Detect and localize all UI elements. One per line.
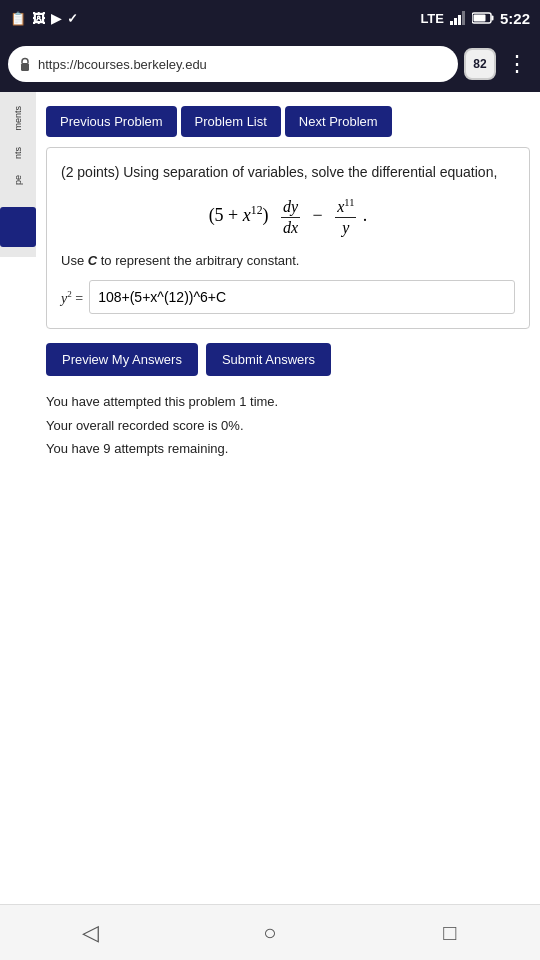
app-icon-1: 📋 [10,11,26,26]
attempt-info: You have attempted this problem 1 time. … [36,386,540,464]
lte-label: LTE [420,11,444,26]
lock-icon [18,57,32,71]
browser-bar: https://bcourses.berkeley.edu 82 ⋮ [0,36,540,92]
url-box[interactable]: https://bcourses.berkeley.edu [8,46,458,82]
preview-answers-button[interactable]: Preview My Answers [46,343,198,376]
arbitrary-constant-note: Use C to represent the arbitrary constan… [61,253,515,268]
problem-description: (2 points) Using separation of variables… [61,162,515,183]
constant-c: C [88,253,97,268]
action-buttons: Preview My Answers Submit Answers [36,329,540,386]
previous-problem-button[interactable]: Previous Problem [46,106,177,137]
status-right: LTE 5:22 [420,10,530,27]
svg-rect-7 [21,63,29,71]
problem-points: (2 points) [61,164,119,180]
svg-rect-0 [450,21,453,25]
attempt-line-2: Your overall recorded score is 0%. [46,414,530,437]
tab-count-badge[interactable]: 82 [464,48,496,80]
svg-rect-3 [462,11,465,25]
menu-dots-button[interactable]: ⋮ [502,47,532,81]
svg-rect-6 [473,15,485,22]
answer-input[interactable] [89,280,515,314]
status-left: 📋 🖼 ▶ ✓ [10,11,78,26]
home-button[interactable]: ○ [240,913,300,953]
nav-buttons: Previous Problem Problem List Next Probl… [36,92,540,147]
attempt-line-1: You have attempted this problem 1 time. [46,390,530,413]
time-display: 5:22 [500,10,530,27]
problem-text: Using separation of variables, solve the… [123,164,497,180]
answer-label: y2 = [61,289,83,307]
battery-icon [472,12,494,24]
eq-dy-dx: dy dx [279,205,307,225]
eq-left-paren: (5 + x12) [209,205,269,225]
signal-icon [450,11,466,25]
eq-minus: − [313,205,323,225]
sidebar: ments nts pe [0,92,36,257]
app-icon-4: ✓ [67,11,78,26]
recent-button[interactable]: □ [420,913,480,953]
sidebar-item-1: ments [11,102,25,135]
app-icon-3: ▶ [51,11,61,26]
answer-row: y2 = [61,280,515,314]
sidebar-item-2: nts [11,143,25,163]
attempt-line-3: You have 9 attempts remaining. [46,437,530,460]
eq-period: . [363,205,368,225]
sidebar-blue-button[interactable] [0,207,36,247]
problem-list-button[interactable]: Problem List [181,106,281,137]
back-button[interactable]: ◁ [60,913,120,953]
status-bar: 📋 🖼 ▶ ✓ LTE 5:22 [0,0,540,36]
svg-rect-2 [458,15,461,25]
math-equation: (5 + x12) dy dx − x11 y . [61,197,515,237]
url-text: https://bcourses.berkeley.edu [38,57,207,72]
problem-box: (2 points) Using separation of variables… [46,147,530,329]
submit-answers-button[interactable]: Submit Answers [206,343,331,376]
next-problem-button[interactable]: Next Problem [285,106,392,137]
app-icon-2: 🖼 [32,11,45,26]
svg-rect-1 [454,18,457,25]
eq-right-frac: x11 y [333,205,363,225]
svg-rect-5 [491,16,493,21]
sidebar-item-3: pe [11,171,25,189]
main-content: Previous Problem Problem List Next Probl… [36,92,540,904]
bottom-nav: ◁ ○ □ [0,904,540,960]
